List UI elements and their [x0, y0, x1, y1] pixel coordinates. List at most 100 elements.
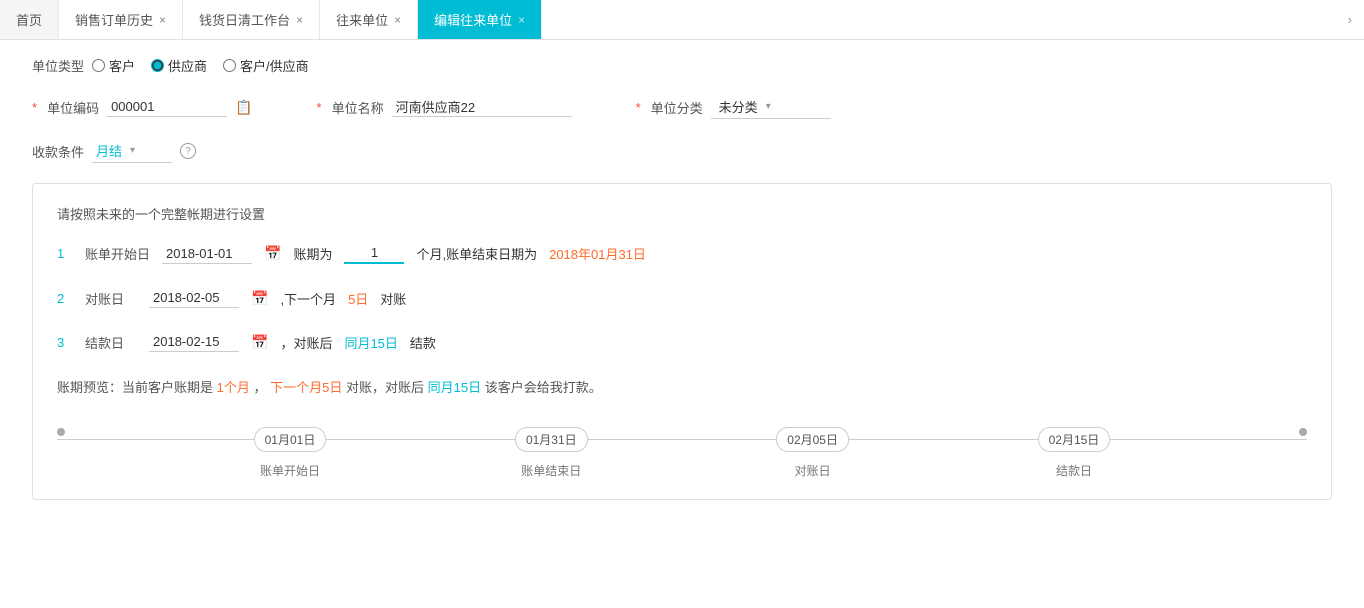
- timeline-points: 01月01日 账单开始日 01月31日 账单结束日 02月05日 对账日 02月…: [57, 427, 1307, 479]
- preview-middle1: ，: [254, 380, 267, 395]
- period-row-3-label: 结款日: [85, 333, 137, 352]
- timeline-point-3: 02月05日 对账日: [776, 427, 849, 479]
- unit-type-row: 单位类型 客户 供应商 客户/供应商: [32, 56, 1332, 75]
- radio-customer[interactable]: 客户: [92, 56, 135, 75]
- period-row-2-suffix-pre: ,下一个月: [280, 289, 336, 308]
- timeline-left-dot: [57, 428, 65, 436]
- period-row-3-num: 3: [57, 335, 73, 350]
- period-row-1: 1 账单开始日 📅 账期为 个月,账单结束日期为 2018年01月31日: [57, 243, 1307, 264]
- preview-part1: 1个月: [217, 380, 250, 395]
- tabs-right-arrow[interactable]: ›: [1336, 12, 1364, 27]
- unit-classify-label: 单位分类: [651, 98, 703, 117]
- tab-partner-close[interactable]: ×: [394, 13, 401, 27]
- radio-supplier-input[interactable]: [151, 59, 164, 72]
- unit-info-row: * 单位编码 📋 * 单位名称 * 单位分类 未分类 ▾: [32, 95, 1332, 119]
- tab-sales-history-label: 销售订单历史: [75, 10, 153, 29]
- period-row-1-suffix-pre: 账期为: [293, 244, 332, 263]
- period-row-2-num: 2: [57, 291, 73, 306]
- timeline-date-1: 01月01日: [254, 427, 327, 452]
- timeline-point-1: 01月01日 账单开始日: [254, 427, 327, 479]
- period-row-2-suffix-post: 对账: [380, 289, 406, 308]
- unit-code-star: *: [32, 100, 37, 115]
- unit-name-field: * 单位名称: [317, 97, 572, 117]
- period-row-1-suffix-post: 个月,账单结束日期为: [416, 244, 537, 263]
- timeline-right-dot: [1299, 428, 1307, 436]
- payment-terms-select[interactable]: 月结 ▾: [92, 139, 172, 163]
- period-row-1-cal-icon[interactable]: 📅: [264, 245, 281, 262]
- radio-supplier-label: 供应商: [168, 56, 207, 75]
- period-row-1-label: 账单开始日: [85, 244, 150, 263]
- unit-classify-value: 未分类: [719, 97, 758, 116]
- tab-home-label: 首页: [16, 10, 42, 29]
- unit-type-radio-group: 客户 供应商 客户/供应商: [92, 56, 309, 75]
- preview-label: 账期预览：当前客户账期是: [57, 380, 213, 395]
- tab-edit-partner-close[interactable]: ×: [518, 13, 525, 27]
- unit-type-field: 单位类型 客户 供应商 客户/供应商: [32, 56, 309, 75]
- payment-terms-label: 收款条件: [32, 142, 84, 161]
- tab-cash-daily-close[interactable]: ×: [296, 13, 303, 27]
- preview-text: 账期预览：当前客户账期是 1个月 ， 下一个月5日 对账，对账后 同月15日 该…: [57, 376, 1307, 399]
- unit-classify-arrow: ▾: [766, 101, 771, 112]
- timeline-label-3: 对账日: [795, 462, 831, 479]
- preview-part2: 下一个月5日: [270, 380, 342, 395]
- period-row-1-num: 1: [57, 246, 73, 261]
- timeline-label-4: 结款日: [1056, 462, 1092, 479]
- unit-name-label: 单位名称: [332, 98, 384, 117]
- timeline: 01月01日 账单开始日 01月31日 账单结束日 02月05日 对账日 02月…: [57, 419, 1307, 479]
- period-row-3-date[interactable]: [149, 332, 239, 352]
- timeline-point-4: 02月15日 结款日: [1038, 427, 1111, 479]
- period-row-3: 3 结款日 📅 ，对账后 同月15日 结款: [57, 332, 1307, 352]
- payment-terms-value: 月结: [96, 141, 122, 160]
- tab-home[interactable]: 首页: [0, 0, 59, 39]
- timeline-dot-left: [57, 428, 65, 436]
- unit-code-copy-icon[interactable]: 📋: [235, 99, 252, 116]
- period-row-2-label: 对账日: [85, 289, 137, 308]
- unit-code-field: * 单位编码 📋: [32, 97, 253, 117]
- preview-end: 该客户会给我打款。: [485, 380, 602, 395]
- period-row-3-cal-icon[interactable]: 📅: [251, 334, 268, 351]
- period-row-2-cal-icon[interactable]: 📅: [251, 290, 268, 307]
- radio-both-label: 客户/供应商: [240, 56, 309, 75]
- timeline-date-3: 02月05日: [776, 427, 849, 452]
- tab-sales-history[interactable]: 销售订单历史 ×: [59, 0, 183, 39]
- unit-classify-select[interactable]: 未分类 ▾: [711, 95, 831, 119]
- unit-type-label: 单位类型: [32, 56, 84, 75]
- payment-terms-row: 收款条件 月结 ▾ ?: [32, 139, 1332, 163]
- timeline-date-4: 02月15日: [1038, 427, 1111, 452]
- tab-sales-history-close[interactable]: ×: [159, 13, 166, 27]
- radio-customer-label: 客户: [109, 56, 135, 75]
- period-row-2-highlight: 5日: [348, 289, 368, 308]
- payment-terms-field: 收款条件 月结 ▾ ?: [32, 139, 196, 163]
- tab-partner[interactable]: 往来单位 ×: [320, 0, 418, 39]
- period-row-1-end-date: 2018年01月31日: [549, 244, 646, 263]
- unit-name-star: *: [317, 100, 322, 115]
- radio-customer-input[interactable]: [92, 59, 105, 72]
- unit-classify-field: * 单位分类 未分类 ▾: [636, 95, 831, 119]
- period-row-2: 2 对账日 📅 ,下一个月 5日 对账: [57, 288, 1307, 308]
- radio-supplier[interactable]: 供应商: [151, 56, 207, 75]
- period-card: 请按照未来的一个完整帐期进行设置 1 账单开始日 📅 账期为 个月,账单结束日期…: [32, 183, 1332, 500]
- preview-middle2: 对账，对账后: [346, 380, 424, 395]
- tab-cash-daily-label: 钱货日清工作台: [199, 10, 290, 29]
- page-content: 单位类型 客户 供应商 客户/供应商 * 单位编码: [0, 40, 1364, 608]
- period-row-2-date[interactable]: [149, 288, 239, 308]
- preview-part3: 同月15日: [428, 380, 481, 395]
- timeline-label-1: 账单开始日: [260, 462, 320, 479]
- payment-terms-help-icon[interactable]: ?: [180, 143, 196, 159]
- period-hint: 请按照未来的一个完整帐期进行设置: [57, 204, 1307, 223]
- unit-code-input[interactable]: [107, 97, 227, 117]
- timeline-date-2: 01月31日: [515, 427, 588, 452]
- tab-edit-partner[interactable]: 编辑往来单位 ×: [418, 0, 542, 39]
- period-row-3-suffix-pre: ，对账后: [280, 333, 332, 352]
- tab-partner-label: 往来单位: [336, 10, 388, 29]
- period-row-3-highlight: 同月15日: [344, 333, 397, 352]
- radio-both[interactable]: 客户/供应商: [223, 56, 309, 75]
- unit-name-input[interactable]: [392, 97, 572, 117]
- radio-both-input[interactable]: [223, 59, 236, 72]
- period-row-1-date[interactable]: [162, 244, 252, 264]
- unit-classify-star: *: [636, 100, 641, 115]
- tab-cash-daily[interactable]: 钱货日清工作台 ×: [183, 0, 320, 39]
- period-row-3-suffix-post: 结款: [410, 333, 436, 352]
- period-month-input[interactable]: [344, 243, 404, 264]
- unit-code-label: 单位编码: [47, 98, 99, 117]
